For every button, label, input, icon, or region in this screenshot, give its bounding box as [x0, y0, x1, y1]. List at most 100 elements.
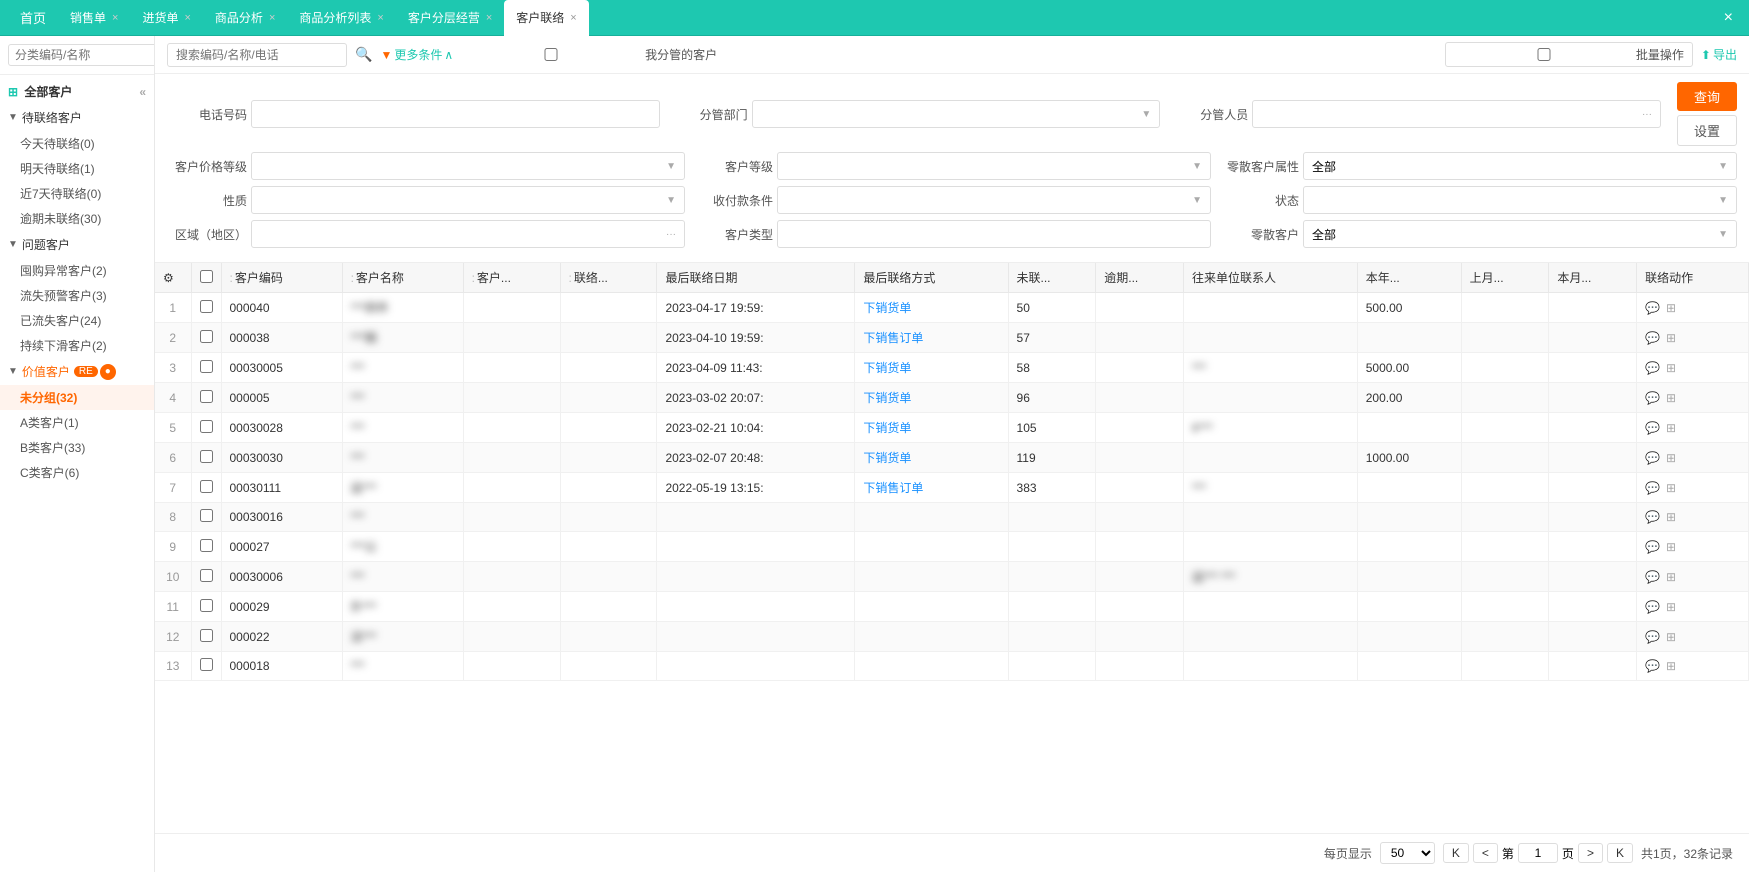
chat-icon[interactable]: 💬 — [1645, 510, 1660, 524]
row-checkbox-cell[interactable] — [191, 473, 221, 503]
row-last-method-cell[interactable] — [855, 562, 1008, 592]
chat-icon[interactable]: 💬 — [1645, 540, 1660, 554]
sidebar-item-hoarding-abnormal[interactable]: 囤购异常客户(2) — [0, 258, 154, 283]
first-page-button[interactable]: K — [1443, 843, 1469, 863]
row-checkbox-cell[interactable] — [191, 652, 221, 681]
filter-manager-select[interactable]: ··· — [1252, 100, 1661, 128]
filter-status-select[interactable]: ▼ — [1303, 186, 1737, 214]
row-checkbox[interactable] — [200, 539, 213, 552]
more-conditions-button[interactable]: ▼ 更多条件 ∧ — [380, 46, 453, 63]
my-customers-check[interactable] — [461, 48, 641, 61]
window-close-button[interactable]: × — [1716, 9, 1741, 27]
tab-purchase-order-close[interactable]: × — [184, 12, 190, 24]
chat-icon[interactable]: 💬 — [1645, 570, 1660, 584]
row-checkbox-cell[interactable] — [191, 622, 221, 652]
row-checkbox-cell[interactable] — [191, 562, 221, 592]
col-unit-contact[interactable]: 往来单位联系人 — [1183, 263, 1357, 293]
filter-retail-attr-select[interactable]: 全部 ▼ — [1303, 152, 1737, 180]
last-method-link[interactable]: 下销货单 — [863, 421, 911, 435]
row-checkbox-cell[interactable] — [191, 503, 221, 532]
row-last-method-cell[interactable]: 下销货单 — [855, 413, 1008, 443]
value-customers-group[interactable]: ▼ 价值客户 RE ● — [0, 358, 154, 385]
sidebar-item-class-a[interactable]: A类客户(1) — [0, 410, 154, 435]
grid-action-icon[interactable]: ⊞ — [1666, 331, 1676, 345]
chat-icon[interactable]: 💬 — [1645, 659, 1660, 673]
prev-page-button[interactable]: < — [1473, 843, 1498, 863]
row-last-method-cell[interactable] — [855, 532, 1008, 562]
col-uncontacted[interactable]: 未联... — [1008, 263, 1096, 293]
batch-op-button[interactable]: 批量操作 — [1445, 42, 1693, 67]
chat-icon[interactable]: 💬 — [1645, 301, 1660, 315]
chat-icon[interactable]: 💬 — [1645, 361, 1660, 375]
search-input[interactable] — [167, 43, 347, 67]
export-button[interactable]: ⬆ 导出 — [1701, 42, 1737, 67]
grid-action-icon[interactable]: ⊞ — [1666, 540, 1676, 554]
grid-action-icon[interactable]: ⊞ — [1666, 659, 1676, 673]
col-overdue[interactable]: 逾期... — [1096, 263, 1184, 293]
col-last-month[interactable]: 上月... — [1461, 263, 1549, 293]
sidebar-item-churned[interactable]: 已流失客户(24) — [0, 308, 154, 333]
last-page-button[interactable]: K — [1607, 843, 1633, 863]
tab-product-analysis[interactable]: 商品分析 × — [203, 0, 287, 36]
tab-product-analysis-list-close[interactable]: × — [377, 12, 383, 24]
tab-purchase-order[interactable]: 进货单 × — [130, 0, 202, 36]
tab-customer-contact-close[interactable]: × — [570, 12, 576, 24]
all-customers-header[interactable]: ⊞ 全部客户 « — [0, 75, 154, 104]
last-method-link[interactable]: 下销售订单 — [863, 481, 923, 495]
problem-customers-group[interactable]: ▼ 问题客户 — [0, 231, 154, 258]
row-last-method-cell[interactable]: 下销售订单 — [855, 473, 1008, 503]
col-code[interactable]: :客户编码 — [221, 263, 342, 293]
row-checkbox[interactable] — [200, 658, 213, 671]
my-customers-checkbox[interactable]: 我分管的客户 — [461, 46, 717, 63]
row-checkbox[interactable] — [200, 629, 213, 642]
grid-action-icon[interactable]: ⊞ — [1666, 481, 1676, 495]
row-checkbox[interactable] — [200, 330, 213, 343]
chat-icon[interactable]: 💬 — [1645, 630, 1660, 644]
filter-customer-type-input[interactable] — [777, 220, 1211, 248]
row-last-method-cell[interactable]: 下销货单 — [855, 293, 1008, 323]
select-all-checkbox[interactable] — [200, 270, 213, 283]
filter-search-icon[interactable]: 🔍 — [355, 46, 372, 63]
reset-button[interactable]: 设置 — [1677, 115, 1737, 146]
tab-sales-order[interactable]: 销售单 × — [58, 0, 130, 36]
last-method-link[interactable]: 下销货单 — [863, 301, 911, 315]
row-checkbox-cell[interactable] — [191, 353, 221, 383]
filter-retail-select[interactable]: 全部 ▼ — [1303, 220, 1737, 248]
grid-action-icon[interactable]: ⊞ — [1666, 451, 1676, 465]
chat-icon[interactable]: 💬 — [1645, 600, 1660, 614]
sidebar-item-tomorrow-pending[interactable]: 明天待联络(1) — [0, 156, 154, 181]
grid-action-icon[interactable]: ⊞ — [1666, 600, 1676, 614]
last-method-link[interactable]: 下销货单 — [863, 391, 911, 405]
col-gear[interactable]: ⚙ — [155, 263, 191, 293]
sidebar-search-input[interactable] — [8, 44, 155, 66]
row-checkbox-cell[interactable] — [191, 323, 221, 353]
chat-icon[interactable]: 💬 — [1645, 391, 1660, 405]
tab-customer-segment[interactable]: 客户分层经营 × — [396, 0, 504, 36]
chat-icon[interactable]: 💬 — [1645, 481, 1660, 495]
chat-icon[interactable]: 💬 — [1645, 451, 1660, 465]
row-checkbox[interactable] — [200, 569, 213, 582]
last-method-link[interactable]: 下销货单 — [863, 361, 911, 375]
tab-customer-segment-close[interactable]: × — [486, 12, 492, 24]
row-checkbox[interactable] — [200, 480, 213, 493]
sidebar-item-class-c[interactable]: C类客户(6) — [0, 460, 154, 485]
sidebar-item-today-pending[interactable]: 今天待联络(0) — [0, 131, 154, 156]
col-last-contact-method[interactable]: 最后联络方式 — [855, 263, 1008, 293]
col-checkbox[interactable] — [191, 263, 221, 293]
row-checkbox[interactable] — [200, 360, 213, 373]
nav-home[interactable]: 首页 — [8, 8, 58, 27]
grid-action-icon[interactable]: ⊞ — [1666, 391, 1676, 405]
col-contact[interactable]: :联络... — [560, 263, 657, 293]
sidebar-collapse-icon[interactable]: « — [139, 85, 146, 99]
per-page-select[interactable]: 50 100 — [1380, 842, 1435, 864]
row-checkbox[interactable] — [200, 509, 213, 522]
row-checkbox[interactable] — [200, 450, 213, 463]
last-method-link[interactable]: 下销货单 — [863, 451, 911, 465]
sidebar-item-declining[interactable]: 持续下滑客户(2) — [0, 333, 154, 358]
row-last-method-cell[interactable] — [855, 622, 1008, 652]
row-checkbox[interactable] — [200, 599, 213, 612]
row-last-method-cell[interactable] — [855, 592, 1008, 622]
col-name[interactable]: :客户名称 — [342, 263, 463, 293]
chat-icon[interactable]: 💬 — [1645, 421, 1660, 435]
row-checkbox-cell[interactable] — [191, 383, 221, 413]
